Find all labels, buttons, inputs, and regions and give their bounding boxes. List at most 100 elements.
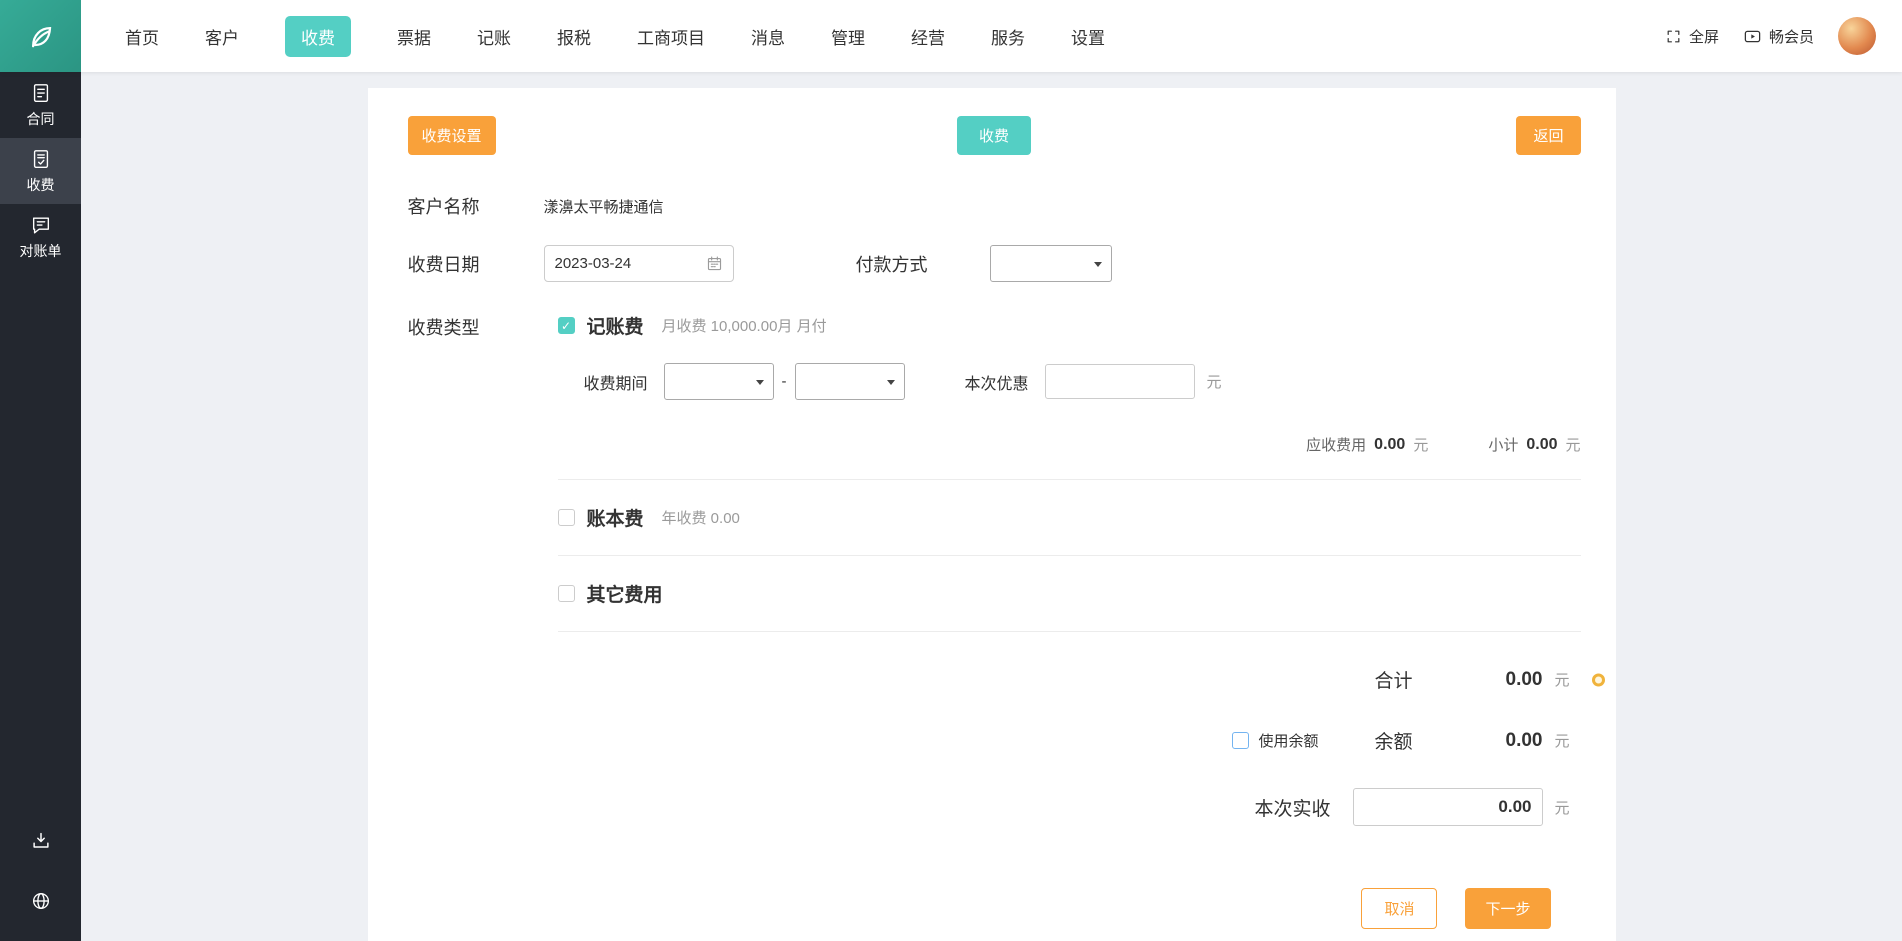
back-button[interactable]: 返回 [1516,116,1581,155]
actual-received-input[interactable] [1352,788,1543,826]
member-button[interactable]: 畅会员 [1743,26,1814,47]
bookkeeping-fee-checkbox[interactable] [557,317,575,334]
other-fee-checkbox[interactable] [557,585,575,602]
balance-unit: 元 [1554,733,1570,750]
nav-item-invoices[interactable]: 票据 [397,24,431,49]
customer-name-value: 漾濞太平畅捷通信 [543,198,664,216]
bookkeeping-fee-header: 记账费 月收费 10,000.00月 月付 [557,312,1581,339]
statement-bubble-icon [32,216,49,233]
total-value: 0.00 [1505,668,1543,690]
charge-form-card: 收费设置 收费 返回 客户名称 漾濞太平畅捷通信 收费日期 2023-03-24 [367,88,1616,941]
sidebar-item-statement[interactable]: 对账单 [0,204,81,270]
subtotal-unit: 元 [1565,437,1581,454]
avatar[interactable] [1838,17,1876,55]
ledger-fee-checkbox[interactable] [557,509,575,526]
fee-sections: 记账费 月收费 10,000.00月 月付 收费期间 - 本次优惠 [544,312,1581,400]
nav-item-settings[interactable]: 设置 [1071,24,1105,49]
sidebar-item-label: 收费 [26,176,55,193]
sidebar-download-button[interactable] [21,821,61,861]
receivable-unit: 元 [1413,437,1429,454]
nav-item-tax-filing[interactable]: 报税 [557,24,591,49]
divider [557,479,1581,480]
charge-receipt-icon [33,149,48,168]
nav-right: 全屏 畅会员 [1665,17,1902,55]
sidebar: 合同 收费 对账单 [0,72,81,941]
receivable-value: 0.00 [1374,435,1406,453]
app-logo[interactable] [0,0,81,72]
other-fee-row: 其它费用 [557,580,1581,607]
leaf-logo-icon [31,26,51,48]
nav-item-business-projects[interactable]: 工商项目 [637,24,705,49]
period-start-select[interactable] [663,363,774,400]
card-toolbar: 收费设置 收费 返回 [407,116,1581,155]
divider [557,555,1581,556]
nav-item-messages[interactable]: 消息 [751,24,785,49]
total-label: 合计 [1374,671,1413,692]
discount-label: 本次优惠 [964,375,1029,393]
nav-item-bookkeeping[interactable]: 记账 [477,24,511,49]
nav-item-services[interactable]: 服务 [991,24,1025,49]
charge-date-label: 收费日期 [407,254,480,275]
receivable-row: 应收费用 0.00 元 小计 0.00 元 [408,434,1581,455]
charge-type-row: 收费类型 记账费 月收费 10,000.00月 月付 收费期间 - [408,312,1581,400]
nav-item-charge[interactable]: 收费 [285,15,351,57]
charge-period-row: 收费期间 - 本次优惠 元 [584,363,1581,400]
subtotal-value: 0.00 [1526,435,1558,453]
payment-method-select[interactable] [989,245,1112,282]
subtotal-label: 小计 [1488,437,1519,454]
total-unit: 元 [1554,672,1570,689]
download-icon [32,832,49,848]
actual-received-row: 本次实收 元 [408,788,1581,826]
other-fee-name: 其它费用 [586,585,663,606]
nav-item-home[interactable]: 首页 [125,24,159,49]
ledger-fee-desc: 年收费 0.00 [661,510,740,527]
use-balance-toggle[interactable]: 使用余额 [1232,730,1318,751]
balance-value: 0.00 [1505,729,1543,751]
charge-tab-button[interactable]: 收费 [956,116,1032,155]
charge-type-label: 收费类型 [407,318,480,338]
app-root: 首页 客户 收费 票据 记账 报税 工商项目 消息 管理 经营 服务 设置 全屏 [0,0,1902,941]
discount-input[interactable] [1044,364,1195,399]
ledger-fee-name: 账本费 [586,509,644,530]
charge-period-label: 收费期间 [583,375,648,393]
period-separator: - [781,373,787,390]
fullscreen-label: 全屏 [1688,28,1719,46]
payment-method-label: 付款方式 [855,254,928,275]
sidebar-item-label: 对账单 [19,242,62,259]
actual-received-label: 本次实收 [1254,798,1331,820]
next-step-button[interactable]: 下一步 [1465,888,1551,929]
help-coin-icon[interactable] [1591,673,1605,686]
customer-name-label: 客户名称 [407,197,480,217]
form-actions: 取消 下一步 [408,888,1551,929]
top-nav: 首页 客户 收费 票据 记账 报税 工商项目 消息 管理 经营 服务 设置 全屏 [0,0,1902,72]
globe-icon [32,892,49,910]
use-balance-label: 使用余额 [1258,733,1319,750]
calendar-icon [707,256,721,271]
nav-item-management[interactable]: 管理 [831,24,865,49]
receivable-label: 应收费用 [1306,437,1367,454]
balance-label: 余额 [1374,732,1413,753]
fullscreen-button[interactable]: 全屏 [1665,26,1719,47]
bookkeeping-fee-desc: 月收费 10,000.00月 月付 [661,318,827,335]
sidebar-item-contract[interactable]: 合同 [0,72,81,138]
sidebar-globe-button[interactable] [21,881,61,921]
cancel-button[interactable]: 取消 [1361,888,1438,929]
actual-received-unit: 元 [1554,799,1570,817]
total-row: 合计 0.00 元 [408,666,1605,693]
member-label: 畅会员 [1768,28,1814,46]
nav-item-operations[interactable]: 经营 [911,24,945,49]
charge-date-input[interactable]: 2023-03-24 [543,245,734,282]
period-end-select[interactable] [794,363,905,400]
video-member-icon [1744,30,1761,42]
main-nav: 首页 客户 收费 票据 记账 报税 工商项目 消息 管理 经营 服务 设置 [125,15,1105,57]
ledger-fee-row: 账本费 年收费 0.00 [557,504,1581,531]
sidebar-bottom [0,821,81,941]
charge-settings-button[interactable]: 收费设置 [407,116,496,155]
use-balance-checkbox[interactable] [1232,732,1250,749]
discount-unit: 元 [1206,374,1222,391]
nav-item-customers[interactable]: 客户 [205,24,239,49]
bookkeeping-fee-name: 记账费 [586,317,644,338]
divider [557,631,1581,632]
sidebar-item-charge[interactable]: 收费 [0,138,81,204]
charge-date-value: 2023-03-24 [554,255,632,272]
